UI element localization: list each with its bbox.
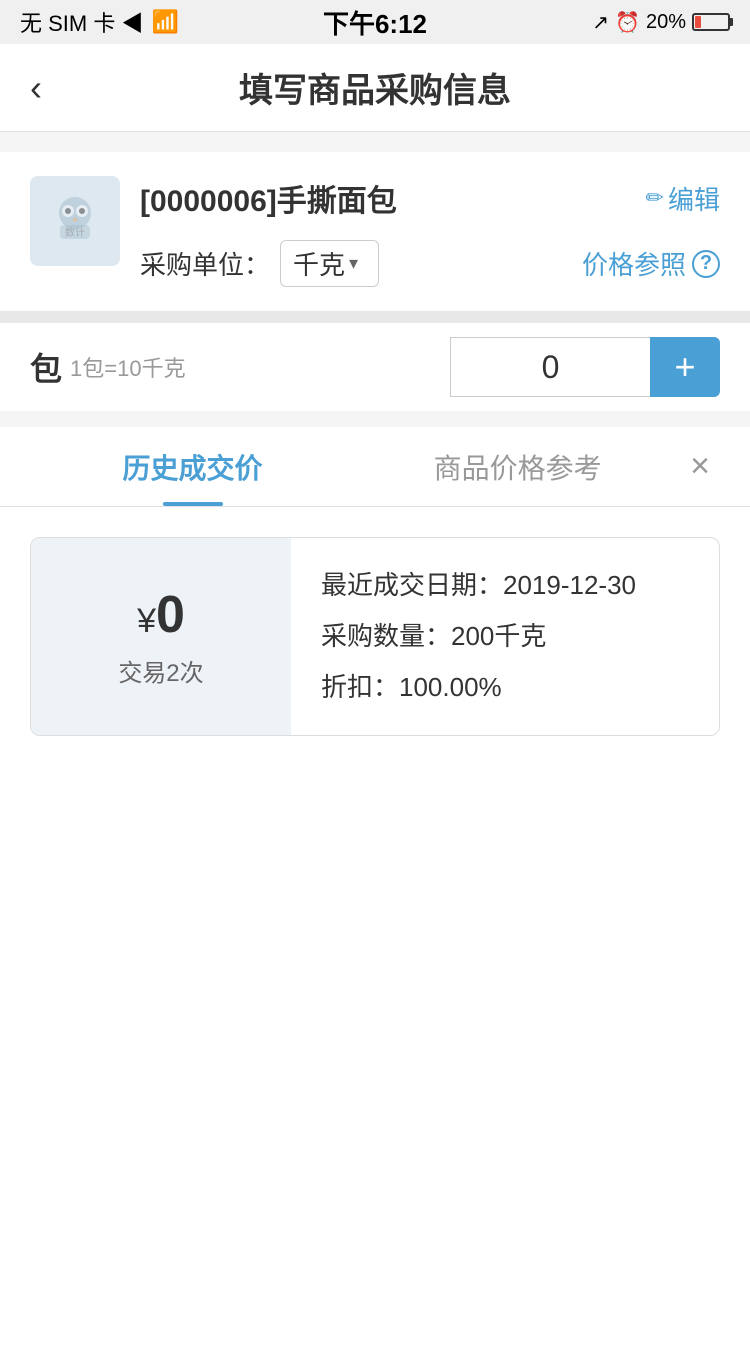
unit-select-dropdown[interactable]: 千克 (280, 240, 379, 287)
status-right: ↗ ⏰ 20% (592, 10, 730, 35)
product-name: [0000006]手撕面包 (140, 176, 397, 220)
product-header: 数计 [0000006]手撕面包 ✏ 编辑 采购单位： 千克 (30, 176, 720, 287)
qty-unit-main: 包 (30, 344, 62, 390)
tab-content: ¥0 交易2次 最近成交日期：2019-12-30 采购数量：200千克 折扣：… (0, 507, 750, 766)
quantity-input-area: + (250, 337, 720, 397)
page-header: ‹ 填写商品采购信息 (0, 44, 750, 132)
purchase-unit-row: 采购单位： 千克 价格参照 ? (140, 240, 720, 287)
product-image: 数计 (30, 176, 120, 266)
trade-price: ¥0 (137, 585, 185, 645)
quantity-row: 包 1包=10千克 + (0, 323, 750, 411)
purchase-unit: 采购单位： 千克 (140, 240, 379, 287)
product-thumbnail: 数计 (45, 191, 105, 251)
recent-date-row: 最近成交日期：2019-12-30 (321, 566, 689, 605)
trade-card-left: ¥0 交易2次 (31, 538, 291, 735)
quantity-unit-label: 包 1包=10千克 (30, 344, 250, 390)
location-icon: ↗ (592, 10, 609, 35)
product-name-row: [0000006]手撕面包 ✏ 编辑 (140, 176, 720, 220)
edit-button[interactable]: ✏ 编辑 (646, 180, 720, 217)
price-reference-button[interactable]: 价格参照 ? (582, 245, 720, 282)
purchase-qty-row: 采购数量：200千克 (321, 617, 689, 656)
quantity-plus-button[interactable]: + (650, 337, 720, 397)
currency-symbol: ¥ (137, 602, 156, 640)
purchase-unit-label: 采购单位： (140, 245, 270, 282)
trade-count: 交易2次 (118, 653, 203, 688)
tab-close-button[interactable]: × (680, 437, 720, 496)
help-icon[interactable]: ? (692, 250, 720, 278)
alarm-icon: ⏰ (615, 10, 640, 35)
status-left: 无 SIM 卡 ◀ 📶 (20, 6, 179, 38)
qty-unit-sub: 1包=10千克 (70, 351, 186, 383)
edit-icon: ✏ (646, 185, 664, 211)
product-info: [0000006]手撕面包 ✏ 编辑 采购单位： 千克 价格参照 ? (140, 176, 720, 287)
trade-history-card: ¥0 交易2次 最近成交日期：2019-12-30 采购数量：200千克 折扣：… (30, 537, 720, 736)
sim-label: 无 SIM 卡 ◀ (20, 6, 143, 38)
tabs-header: 历史成交价 商品价格参考 × (0, 427, 750, 507)
tabs-section: 历史成交价 商品价格参考 × ¥0 交易2次 最近成交日期：2019-12-30… (0, 427, 750, 766)
trade-card-right: 最近成交日期：2019-12-30 采购数量：200千克 折扣：100.00% (291, 538, 719, 735)
wifi-icon: 📶 (151, 9, 178, 35)
battery-percentage: 20% (646, 11, 686, 34)
status-time: 下午6:12 (323, 4, 427, 41)
status-bar: 无 SIM 卡 ◀ 📶 下午6:12 ↗ ⏰ 20% (0, 0, 750, 44)
product-card: 数计 [0000006]手撕面包 ✏ 编辑 采购单位： 千克 (0, 152, 750, 311)
bottom-space (0, 766, 750, 1366)
svg-text:数计: 数计 (65, 226, 85, 239)
page-title: 填写商品采购信息 (239, 63, 511, 112)
back-button[interactable]: ‹ (30, 70, 42, 106)
quantity-input[interactable] (450, 337, 650, 397)
tab-product-price-ref[interactable]: 商品价格参考 (355, 427, 680, 506)
section-divider (0, 311, 750, 323)
tab-history-price[interactable]: 历史成交价 (30, 427, 355, 506)
discount-row: 折扣：100.00% (321, 668, 689, 707)
battery-indicator (692, 13, 730, 31)
